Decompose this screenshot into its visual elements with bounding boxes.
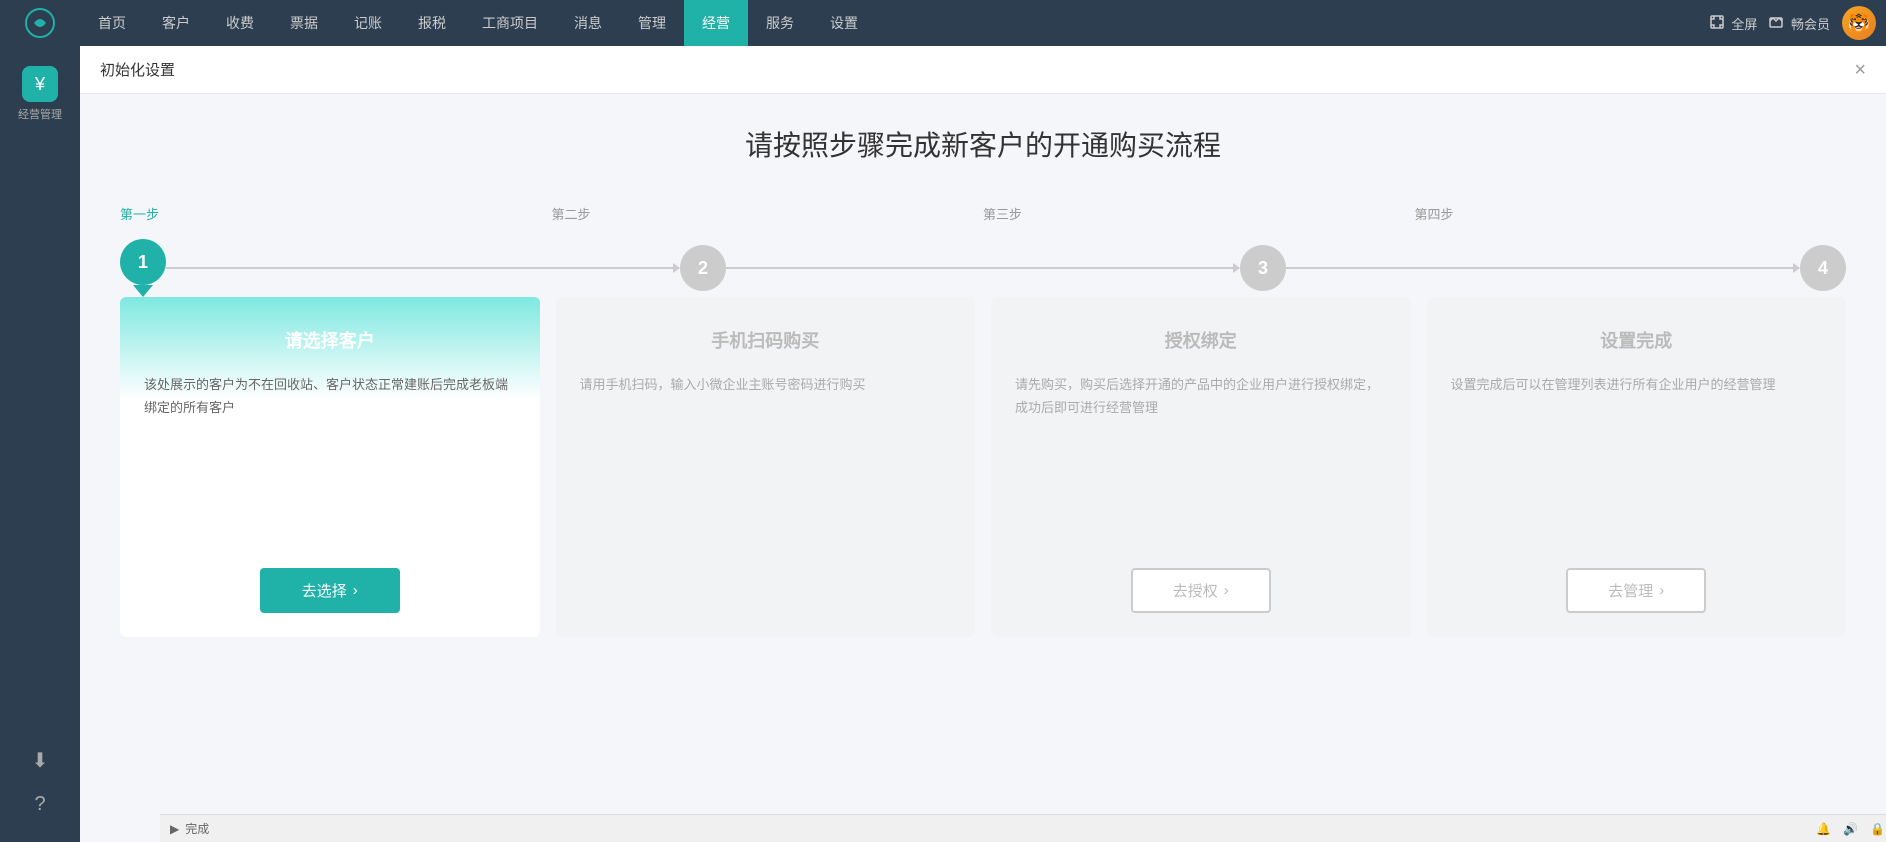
card-step-3: 授权绑定 请先购买，购买后选择开通的产品中的企业用户进行授权绑定，成功后即可进行… bbox=[991, 297, 1411, 637]
nav-item-首页[interactable]: 首页 bbox=[80, 0, 144, 46]
nav-item-工商项目[interactable]: 工商项目 bbox=[464, 0, 556, 46]
user-avatar[interactable]: 🐯 bbox=[1842, 6, 1876, 40]
sidebar-item-label: 经营管理 bbox=[18, 106, 62, 122]
cards-row: 请选择客户 该处展示的客户为不在回收站、客户状态正常建账后完成老板端绑定的所有客… bbox=[120, 297, 1846, 637]
nav-right: 全屏 畅会员 🐯 bbox=[1710, 6, 1886, 40]
step-1-label: 第一步 bbox=[120, 204, 159, 223]
nav-item-服务[interactable]: 服务 bbox=[748, 0, 812, 46]
step-1-btn-label: 去选择 bbox=[302, 580, 347, 601]
main-title: 请按照步骤完成新客户的开通购买流程 bbox=[745, 124, 1221, 164]
chevron-right-icon: › bbox=[353, 582, 358, 599]
step-circles-row: 1 2 3 bbox=[120, 239, 1846, 297]
nav-item-设置[interactable]: 设置 bbox=[812, 0, 876, 46]
nav-items: 首页客户收费票据记账报税工商项目消息管理经营服务设置 bbox=[80, 0, 876, 46]
card-2-title: 手机扫码购买 bbox=[580, 327, 952, 353]
step-1-button[interactable]: 去选择 › bbox=[260, 568, 400, 613]
step-2-label: 第二步 bbox=[552, 204, 591, 223]
fullscreen-btn[interactable]: 全屏 bbox=[1710, 14, 1758, 33]
card-4-desc: 设置完成后可以在管理列表进行所有企业用户的经营管理 bbox=[1451, 373, 1823, 461]
download-icon[interactable]: ⬇ bbox=[22, 742, 58, 778]
nav-item-客户[interactable]: 客户 bbox=[144, 0, 208, 46]
sidebar: ¥ 经营管理 ⬇ ? bbox=[0, 46, 80, 842]
card-step-1: 请选择客户 该处展示的客户为不在回收站、客户状态正常建账后完成老板端绑定的所有客… bbox=[120, 297, 540, 637]
close-button[interactable]: × bbox=[1854, 60, 1866, 80]
nav-item-收费[interactable]: 收费 bbox=[208, 0, 272, 46]
nav-item-消息[interactable]: 消息 bbox=[556, 0, 620, 46]
lock-icon[interactable]: 🔒 bbox=[1870, 822, 1885, 836]
step-labels-row: 第一步 第二步 第三步 第四步 bbox=[120, 204, 1846, 231]
logo-icon bbox=[24, 7, 56, 39]
card-3-desc: 请先购买，购买后选择开通的产品中的企业用户进行授权绑定，成功后即可进行经营管理 bbox=[1015, 373, 1387, 461]
step-4-button[interactable]: 去管理 › bbox=[1566, 568, 1706, 613]
card-1-desc: 该处展示的客户为不在回收站、客户状态正常建账后完成老板端绑定的所有客户 bbox=[144, 373, 516, 461]
vip-btn[interactable]: 畅会员 bbox=[1769, 14, 1830, 33]
sidebar-item-jingying[interactable]: ¥ 经营管理 bbox=[5, 56, 75, 132]
status-bar: ▶ 完成 🔔 🔊 🔒 ⊕ 0 ⊙ 10 bbox=[160, 814, 1886, 842]
steps-section: 第一步 第二步 第三步 第四步 1 bbox=[120, 204, 1846, 637]
step-4-btn-label: 去管理 bbox=[1608, 580, 1653, 601]
help-icon[interactable]: ? bbox=[22, 786, 58, 822]
top-nav: 首页客户收费票据记账报税工商项目消息管理经营服务设置 全屏 畅会员 🐯 bbox=[0, 0, 1886, 46]
step-3-button[interactable]: 去授权 › bbox=[1131, 568, 1271, 613]
step-1-arrow bbox=[133, 285, 153, 297]
page-title: 初始化设置 bbox=[100, 59, 175, 80]
status-text: 完成 bbox=[185, 820, 209, 837]
connector-3 bbox=[1286, 263, 1800, 273]
card-step-4: 设置完成 设置完成后可以在管理列表进行所有企业用户的经营管理 去管理 › bbox=[1427, 297, 1847, 637]
step-3-label: 第三步 bbox=[983, 204, 1022, 223]
status-bar-right: 🔔 🔊 🔒 ⊕ 0 ⊙ 10 bbox=[1816, 822, 1886, 836]
nav-item-报税[interactable]: 报税 bbox=[400, 0, 464, 46]
play-icon: ▶ bbox=[170, 822, 179, 836]
nav-item-票据[interactable]: 票据 bbox=[272, 0, 336, 46]
step-3-circle: 3 bbox=[1240, 245, 1286, 291]
content-area: 请按照步骤完成新客户的开通购买流程 第一步 第二步 第三步 第四步 bbox=[80, 94, 1886, 842]
connector-1 bbox=[166, 263, 680, 273]
step-4-label: 第四步 bbox=[1415, 204, 1454, 223]
card-1-title: 请选择客户 bbox=[144, 327, 516, 353]
chevron-right-icon-4: › bbox=[1659, 582, 1664, 599]
main-content: 初始化设置 × 请按照步骤完成新客户的开通购买流程 第一步 第二步 第三步 第四… bbox=[80, 46, 1886, 842]
jingying-icon: ¥ bbox=[22, 66, 58, 102]
page-header: 初始化设置 × bbox=[80, 46, 1886, 94]
connector-2 bbox=[726, 263, 1240, 273]
step-1-circle: 1 bbox=[120, 239, 166, 285]
card-4-title: 设置完成 bbox=[1451, 327, 1823, 353]
step-4-circle: 4 bbox=[1800, 245, 1846, 291]
nav-item-记账[interactable]: 记账 bbox=[336, 0, 400, 46]
card-2-desc: 请用手机扫码，输入小微企业主账号密码进行购买 bbox=[580, 373, 952, 493]
card-step-2: 手机扫码购买 请用手机扫码，输入小微企业主账号密码进行购买 bbox=[556, 297, 976, 637]
volume-icon[interactable]: 🔊 bbox=[1843, 822, 1858, 836]
nav-item-管理[interactable]: 管理 bbox=[620, 0, 684, 46]
step-2-circle: 2 bbox=[680, 245, 726, 291]
sidebar-bottom: ⬇ ? bbox=[22, 742, 58, 842]
card-3-title: 授权绑定 bbox=[1015, 327, 1387, 353]
notification-icon[interactable]: 🔔 bbox=[1816, 822, 1831, 836]
nav-item-经营[interactable]: 经营 bbox=[684, 0, 748, 46]
chevron-right-icon-3: › bbox=[1224, 582, 1229, 599]
step-3-btn-label: 去授权 bbox=[1173, 580, 1218, 601]
